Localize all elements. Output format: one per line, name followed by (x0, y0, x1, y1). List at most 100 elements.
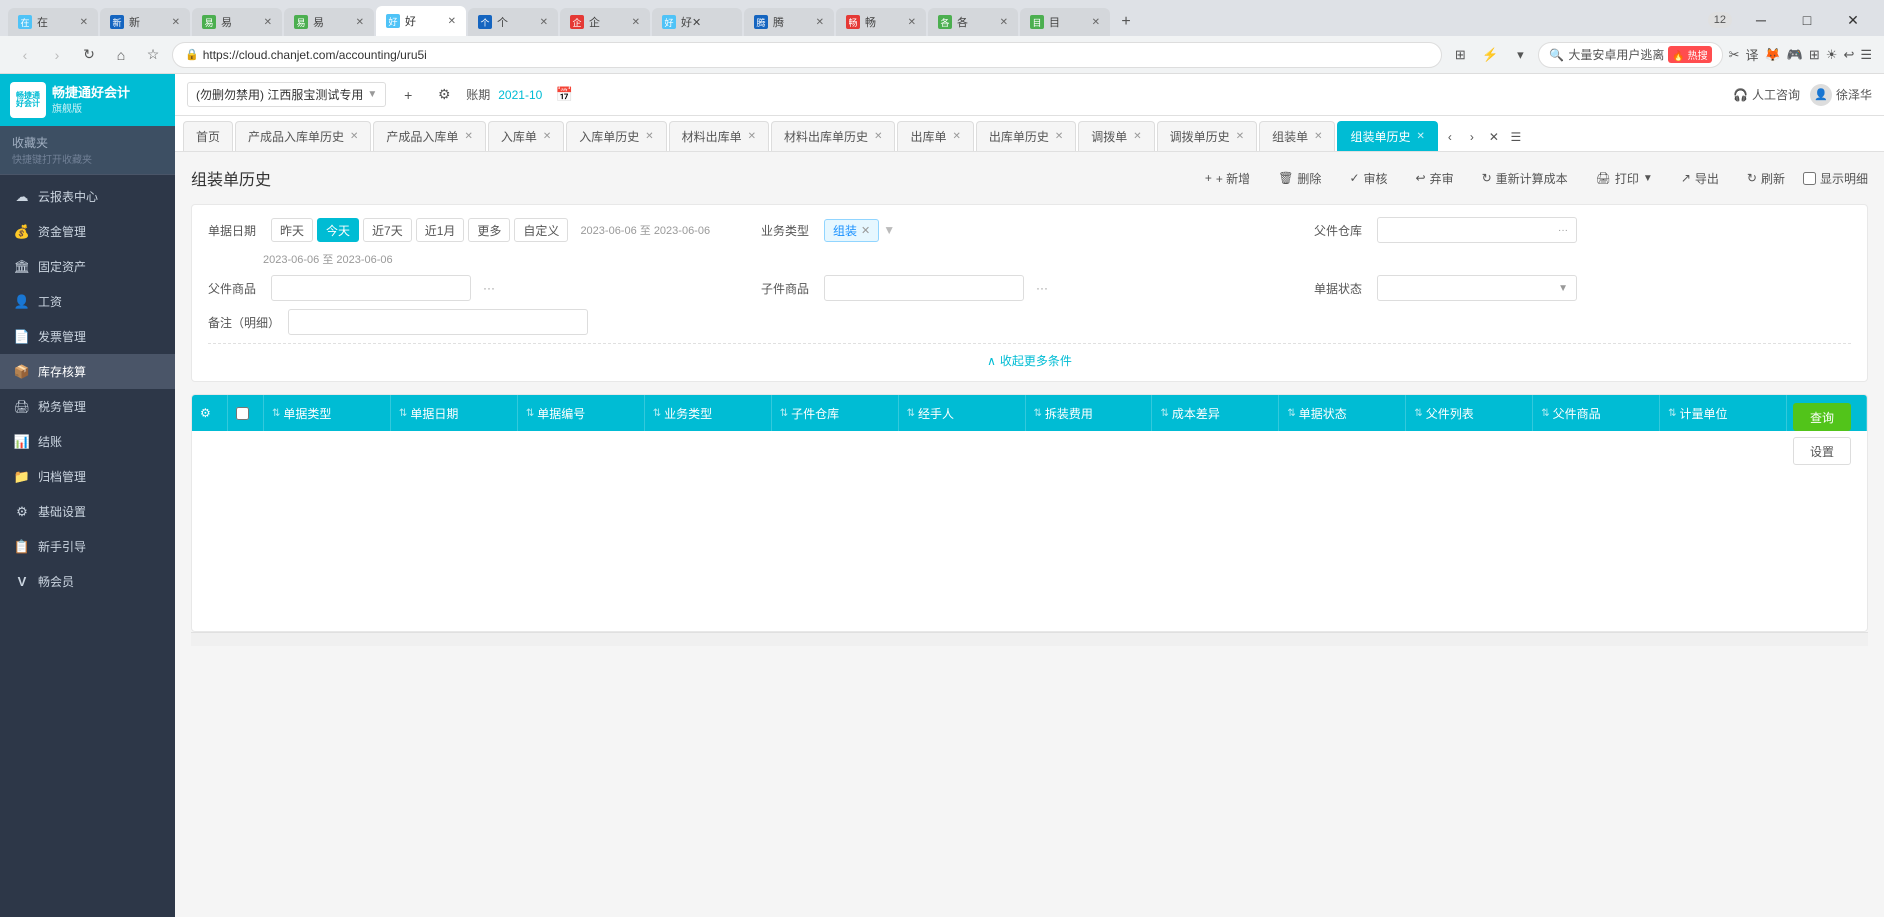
undo-icon[interactable]: ↩ (1843, 47, 1854, 63)
col-child-warehouse[interactable]: ⇅ 子件仓库 (772, 395, 899, 431)
remarks-input[interactable] (288, 309, 588, 335)
company-selector[interactable]: (勿删勿禁用) 江西服宝测试专用 ▼ (187, 82, 386, 107)
tab-close-2[interactable]: ✕ (172, 17, 180, 28)
address-bar[interactable]: 🔒 https://cloud.chanjet.com/accounting/u… (172, 42, 1442, 68)
tab-outbound-history[interactable]: 出库单历史 ✕ (976, 121, 1076, 151)
calendar-button[interactable]: 📅 (550, 81, 578, 109)
browser-tab-7[interactable]: 企 企 ✕ (560, 8, 650, 36)
sidebar-item-invoice[interactable]: 📄 发票管理 (0, 319, 175, 354)
tab-inbound-history[interactable]: 入库单历史 ✕ (566, 121, 666, 151)
col-voucher-status[interactable]: ⇅ 单据状态 (1279, 395, 1406, 431)
select-all-checkbox[interactable] (236, 407, 249, 420)
bookmark-title[interactable]: 收藏夹 (12, 134, 163, 151)
browser-tab-1[interactable]: 在 在 ✕ (8, 8, 98, 36)
browser-tab-2[interactable]: 新 新 ✕ (100, 8, 190, 36)
more-date-button[interactable]: 更多 (468, 218, 510, 242)
parent-warehouse-select[interactable]: ··· (1377, 217, 1577, 243)
print-button[interactable]: 🖨 打印 ▼ (1586, 164, 1663, 192)
sidebar-item-fixed-assets[interactable]: 🏛 固定资产 (0, 249, 175, 284)
emoji-icon[interactable]: 🦊 (1765, 47, 1781, 63)
tab-close-icon[interactable]: ✕ (1133, 131, 1141, 142)
browser-tab-9[interactable]: 腾 腾 ✕ (744, 8, 834, 36)
abandon-button[interactable]: ↩ 弃审 (1406, 164, 1464, 192)
parent-goods-more[interactable]: ··· (479, 281, 499, 295)
tab-close-4[interactable]: ✕ (356, 17, 364, 28)
tab-assembly-history[interactable]: 组装单历史 ✕ (1337, 121, 1437, 151)
browser-tab-10[interactable]: 畅 畅 ✕ (836, 8, 926, 36)
col-disassembly-fee[interactable]: ⇅ 拆装费用 (1026, 395, 1153, 431)
tab-transfer[interactable]: 调拨单 ✕ (1078, 121, 1154, 151)
grid-settings-column[interactable]: ⚙ (192, 395, 228, 431)
collapse-button[interactable]: ∧ 收起更多条件 (987, 352, 1072, 369)
tab-product-inbound-history[interactable]: 产成品入库单历史 ✕ (235, 121, 371, 151)
sidebar-item-tax[interactable]: 🖨 税务管理 (0, 389, 175, 424)
settings-button[interactable]: 设置 (1793, 437, 1851, 465)
tab-close-icon[interactable]: ✕ (1055, 131, 1063, 142)
settings-gear-button[interactable]: ⚙ (430, 81, 458, 109)
tab-outbound[interactable]: 出库单 ✕ (897, 121, 973, 151)
show-detail-input[interactable] (1803, 172, 1816, 185)
tab-close-7[interactable]: ✕ (632, 17, 640, 28)
tab-assembly[interactable]: 组装单 ✕ (1259, 121, 1335, 151)
scissors-icon[interactable]: ✂ (1729, 47, 1740, 63)
game-icon[interactable]: 🎮 (1787, 47, 1803, 63)
sidebar-header[interactable]: 畅捷通好会计 畅捷通好会计 旗舰版 (0, 74, 175, 126)
tab-material-outbound[interactable]: 材料出库单 ✕ (669, 121, 769, 151)
tab-close-12[interactable]: ✕ (1092, 17, 1100, 28)
parent-goods-input[interactable] (271, 275, 471, 301)
star-button[interactable]: ☆ (140, 42, 166, 68)
browser-tab-8[interactable]: 好 好✕ (652, 8, 742, 36)
tab-prev-arrow[interactable]: ‹ (1440, 123, 1460, 151)
refresh-button[interactable]: ↻ 刷新 (1737, 164, 1795, 192)
sidebar-item-guide[interactable]: 📋 新手引导 (0, 529, 175, 564)
show-detail-checkbox[interactable]: 显示明细 (1803, 170, 1868, 187)
back-button[interactable]: ‹ (12, 42, 38, 68)
sidebar-item-archive[interactable]: 📁 归档管理 (0, 459, 175, 494)
add-button[interactable]: + + 新增 (1195, 164, 1260, 192)
browser-tab-5[interactable]: 好 好 ✕ (376, 6, 466, 36)
col-voucher-date[interactable]: ⇅ 单据日期 (391, 395, 518, 431)
menu-icon[interactable]: ☰ (1860, 47, 1872, 63)
grid-checkbox-column[interactable] (228, 395, 264, 431)
period-value[interactable]: 2021-10 (498, 88, 542, 102)
today-button[interactable]: 今天 (317, 218, 359, 242)
browser-tab-12[interactable]: 目 目 ✕ (1020, 8, 1110, 36)
search-box[interactable]: 🔍 大量安卓用户逃离 🔥 热搜 (1538, 42, 1722, 68)
query-button[interactable]: 查询 (1793, 403, 1851, 431)
bookmark-sub[interactable]: 快捷键打开收藏夹 (12, 151, 163, 166)
maximize-button[interactable]: □ (1784, 4, 1830, 36)
forward-button[interactable]: › (44, 42, 70, 68)
yesterday-button[interactable]: 昨天 (271, 218, 313, 242)
browser-tab-4[interactable]: 易 易 ✕ (284, 8, 374, 36)
tab-close-icon[interactable]: ✕ (543, 131, 551, 142)
sidebar-item-cloud-report[interactable]: ☁ 云报表中心 (0, 179, 175, 214)
custom-date-button[interactable]: 自定义 (514, 218, 568, 242)
child-goods-input[interactable] (824, 275, 1024, 301)
export-button[interactable]: ↗ 导出 (1671, 164, 1729, 192)
tab-close-icon[interactable]: ✕ (952, 131, 960, 142)
tab-close-9[interactable]: ✕ (816, 17, 824, 28)
tab-more-options[interactable]: ☰ (1506, 123, 1526, 151)
recalculate-button[interactable]: ↻ 重新计算成本 (1472, 164, 1578, 192)
browser-apps-icon[interactable]: ⊞ (1448, 43, 1472, 67)
business-type-dropdown[interactable]: ▼ (883, 223, 895, 237)
sidebar-item-payroll[interactable]: 👤 工资 (0, 284, 175, 319)
tab-close-6[interactable]: ✕ (540, 17, 548, 28)
delete-button[interactable]: 🗑 删除 (1268, 164, 1331, 192)
col-handler[interactable]: ⇅ 经手人 (899, 395, 1026, 431)
brightness-icon[interactable]: ☀ (1826, 47, 1838, 63)
business-type-tag-close[interactable]: ✕ (861, 224, 870, 237)
browser-tab-3[interactable]: 易 易 ✕ (192, 8, 282, 36)
tab-transfer-history[interactable]: 调拨单历史 ✕ (1157, 121, 1257, 151)
sidebar-item-fund[interactable]: 💰 资金管理 (0, 214, 175, 249)
sidebar-item-inventory[interactable]: 📦 库存核算 (0, 354, 175, 389)
tab-inbound[interactable]: 入库单 ✕ (488, 121, 564, 151)
last7days-button[interactable]: 近7天 (363, 218, 412, 242)
col-unit[interactable]: ⇅ 计量单位 (1660, 395, 1787, 431)
audit-button[interactable]: ✓ 审核 (1339, 164, 1397, 192)
tab-close-10[interactable]: ✕ (908, 17, 916, 28)
tab-close-icon[interactable]: ✕ (464, 131, 472, 142)
tab-close-3[interactable]: ✕ (264, 17, 272, 28)
close-window-button[interactable]: ✕ (1830, 4, 1876, 36)
extensions-icon[interactable]: ⚡ (1478, 43, 1502, 67)
